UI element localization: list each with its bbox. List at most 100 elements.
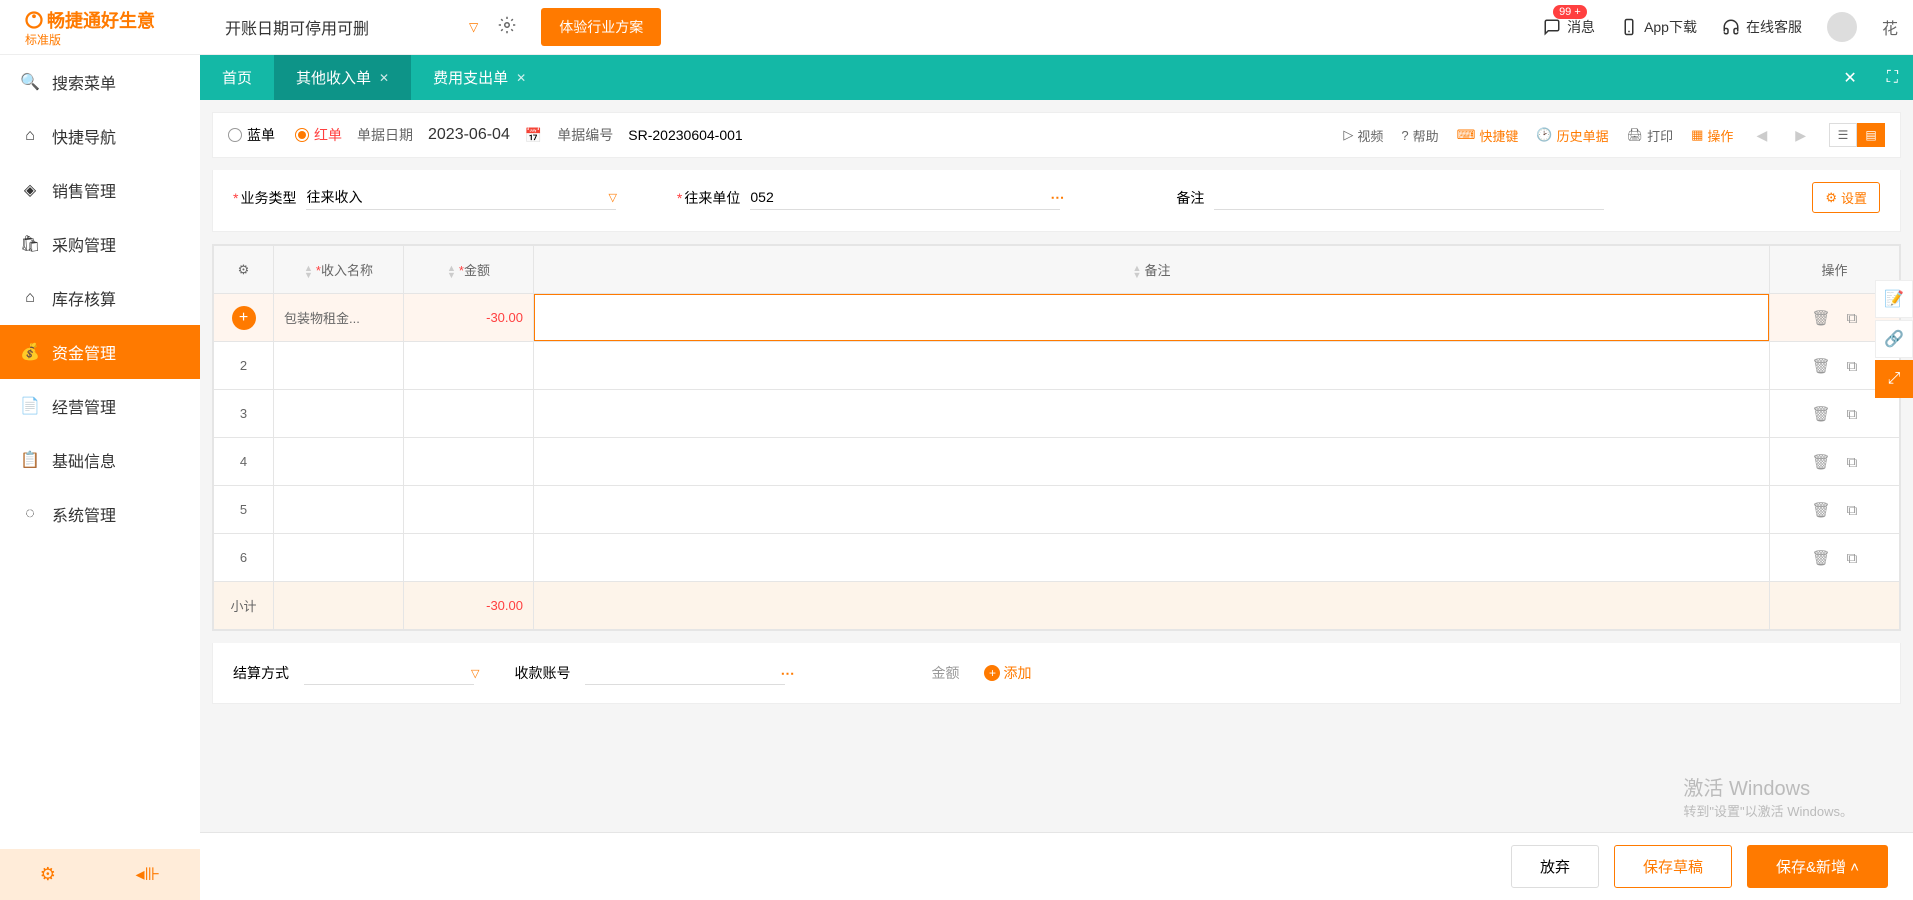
party-input[interactable] [750, 185, 1060, 210]
delete-row-icon[interactable]: 🗑 [1812, 310, 1831, 327]
add-row-button[interactable]: + [232, 306, 256, 330]
delete-row-icon[interactable]: 🗑 [1812, 406, 1831, 423]
discard-button[interactable]: 放弃 [1511, 845, 1599, 888]
sidebar-collapse-icon[interactable]: ◂⊪ [135, 864, 160, 885]
tab-close-all-icon[interactable]: ✕ [1828, 68, 1871, 88]
radio-blue[interactable]: 蓝单 [228, 125, 275, 145]
table-row: 6🗑⧉ [214, 534, 1900, 582]
save-new-button[interactable]: 保存&新增 ˄ [1747, 845, 1888, 888]
copy-row-icon[interactable]: ⧉ [1847, 454, 1858, 471]
account-dropdown-caret[interactable]: ▽ [469, 20, 478, 34]
add-settlement-button[interactable]: +添加 [984, 663, 1031, 683]
view-list-button[interactable]: ☰ [1829, 123, 1857, 147]
more-icon[interactable]: ⋯ [1050, 189, 1066, 206]
view-form-button[interactable]: ▤ [1857, 123, 1885, 147]
view-toggle: ☰ ▤ [1829, 123, 1885, 147]
float-note-icon[interactable]: 📝 [1875, 280, 1913, 318]
sidebar-item-finance[interactable]: 💰资金管理 [0, 325, 200, 379]
copy-row-icon[interactable]: ⧉ [1847, 550, 1858, 567]
more-icon[interactable]: ⋯ [780, 665, 796, 682]
delete-row-icon[interactable]: 🗑 [1812, 454, 1831, 471]
video-button[interactable]: ▷ 视频 [1343, 126, 1383, 145]
support-button[interactable]: 在线客服 [1722, 17, 1802, 37]
copy-row-icon[interactable]: ⧉ [1847, 310, 1858, 327]
copy-row-icon[interactable]: ⧉ [1847, 406, 1858, 423]
close-icon[interactable]: ✕ [516, 71, 526, 85]
cell-remark-input[interactable] [534, 294, 1769, 341]
remark-input[interactable] [1214, 185, 1604, 210]
calendar-icon[interactable]: 📅 [525, 127, 542, 144]
sidebar-item-operation[interactable]: 📄经营管理 [0, 379, 200, 433]
copy-row-icon[interactable]: ⧉ [1847, 358, 1858, 375]
float-expand-icon[interactable]: ⤢ [1875, 360, 1913, 398]
gear-icon[interactable] [498, 16, 516, 39]
trial-industry-button[interactable]: 体验行业方案 [541, 8, 661, 46]
tag-icon: ◈ [20, 180, 40, 200]
message-icon [1543, 18, 1561, 36]
chevron-down-icon[interactable]: ▽ [471, 667, 479, 680]
history-button[interactable]: 🕑 历史单据 [1536, 126, 1608, 145]
sidebar-item-search[interactable]: 🔍搜索菜单 [0, 55, 200, 109]
fields-row: *业务类型 ▽ *往来单位 ⋯ 备注 ⚙ 设置 [212, 170, 1901, 232]
chevron-down-icon[interactable]: ▽ [608, 191, 616, 204]
user-initial[interactable]: 花 [1882, 15, 1898, 39]
next-arrow[interactable]: ▶ [1790, 127, 1811, 144]
sync-icon: ◌ [20, 505, 40, 523]
sidebar-item-system[interactable]: ◌系统管理 [0, 487, 200, 541]
close-icon[interactable]: ✕ [379, 71, 389, 85]
table-row: 3🗑⧉ [214, 390, 1900, 438]
line-items-table: ⚙ ▲▼*收入名称 ▲▼*金额 ▲▼备注 操作 + 包装物租金... -30.0… [212, 244, 1901, 631]
cell-income-name[interactable]: 包装物租金... [274, 294, 403, 341]
tab-other-income[interactable]: 其他收入单✕ [274, 55, 411, 100]
cell-amount[interactable]: -30.00 [404, 310, 533, 325]
doc-icon: 📄 [20, 396, 40, 416]
list-icon: 📋 [20, 450, 40, 470]
delete-row-icon[interactable]: 🗑 [1812, 502, 1831, 519]
logo: 畅捷通好生意 标准版 [15, 7, 195, 48]
tabbar: 首页 其他收入单✕ 费用支出单✕ ✕ ⛶ [200, 55, 1913, 100]
delete-row-icon[interactable]: 🗑 [1812, 550, 1831, 567]
floating-toolbar: 📝 🔗 ⤢ [1875, 280, 1913, 398]
account-title[interactable]: 开账日期可停用可删 [225, 15, 369, 39]
col-amount[interactable]: ▲▼*金额 [404, 246, 534, 294]
tab-home[interactable]: 首页 [200, 55, 274, 100]
phone-icon [1620, 18, 1638, 36]
settle-account-input[interactable] [585, 661, 785, 685]
settings-button[interactable]: ⚙ 设置 [1812, 182, 1880, 213]
sidebar-settings-icon[interactable]: ⚙ [40, 864, 56, 885]
avatar[interactable] [1827, 12, 1857, 42]
messages-button[interactable]: 99 + 消息 [1543, 17, 1595, 37]
tab-expense[interactable]: 费用支出单✕ [411, 55, 548, 100]
help-button[interactable]: ? 帮助 [1401, 126, 1438, 145]
sidebar-item-quicknav[interactable]: ⌂快捷导航 [0, 109, 200, 163]
settle-method-input[interactable] [304, 661, 474, 685]
col-gear[interactable]: ⚙ [214, 246, 274, 294]
shortcut-button[interactable]: ⌨ 快捷键 [1457, 126, 1519, 145]
copy-row-icon[interactable]: ⧉ [1847, 502, 1858, 519]
float-link-icon[interactable]: 🔗 [1875, 320, 1913, 358]
settle-method-label: 结算方式 [233, 663, 289, 683]
biz-type-input[interactable] [306, 185, 616, 210]
prev-arrow[interactable]: ◀ [1751, 127, 1772, 144]
topbar-right: 99 + 消息 App下载 在线客服 花 [1543, 12, 1898, 42]
cart-icon: 🛍 [20, 234, 40, 254]
save-draft-button[interactable]: 保存草稿 [1614, 845, 1732, 888]
docno-label: 单据编号 [557, 125, 613, 145]
sidebar-item-basedata[interactable]: 📋基础信息 [0, 433, 200, 487]
radio-red[interactable]: 红单 [295, 125, 342, 145]
date-value[interactable]: 2023-06-04 [428, 126, 510, 144]
fullscreen-icon[interactable]: ⛶ [1872, 69, 1913, 87]
biz-type-field: *业务类型 ▽ [233, 185, 617, 210]
sidebar-item-sales[interactable]: ◈销售管理 [0, 163, 200, 217]
app-download-button[interactable]: App下载 [1620, 17, 1697, 37]
col-remark[interactable]: ▲▼备注 [534, 246, 1770, 294]
sidebar-bottom: ⚙ ◂⊪ [0, 849, 200, 900]
col-income-name[interactable]: ▲▼*收入名称 [274, 246, 404, 294]
subtotal-row: 小计 -30.00 [214, 582, 1900, 630]
messages-badge: 99 + [1553, 5, 1587, 19]
sidebar-item-inventory[interactable]: ⌂库存核算 [0, 271, 200, 325]
operate-button[interactable]: ▦ 操作 [1691, 126, 1733, 145]
sidebar-item-purchase[interactable]: 🛍采购管理 [0, 217, 200, 271]
delete-row-icon[interactable]: 🗑 [1812, 358, 1831, 375]
print-button[interactable]: 🖨 打印 [1627, 126, 1674, 145]
